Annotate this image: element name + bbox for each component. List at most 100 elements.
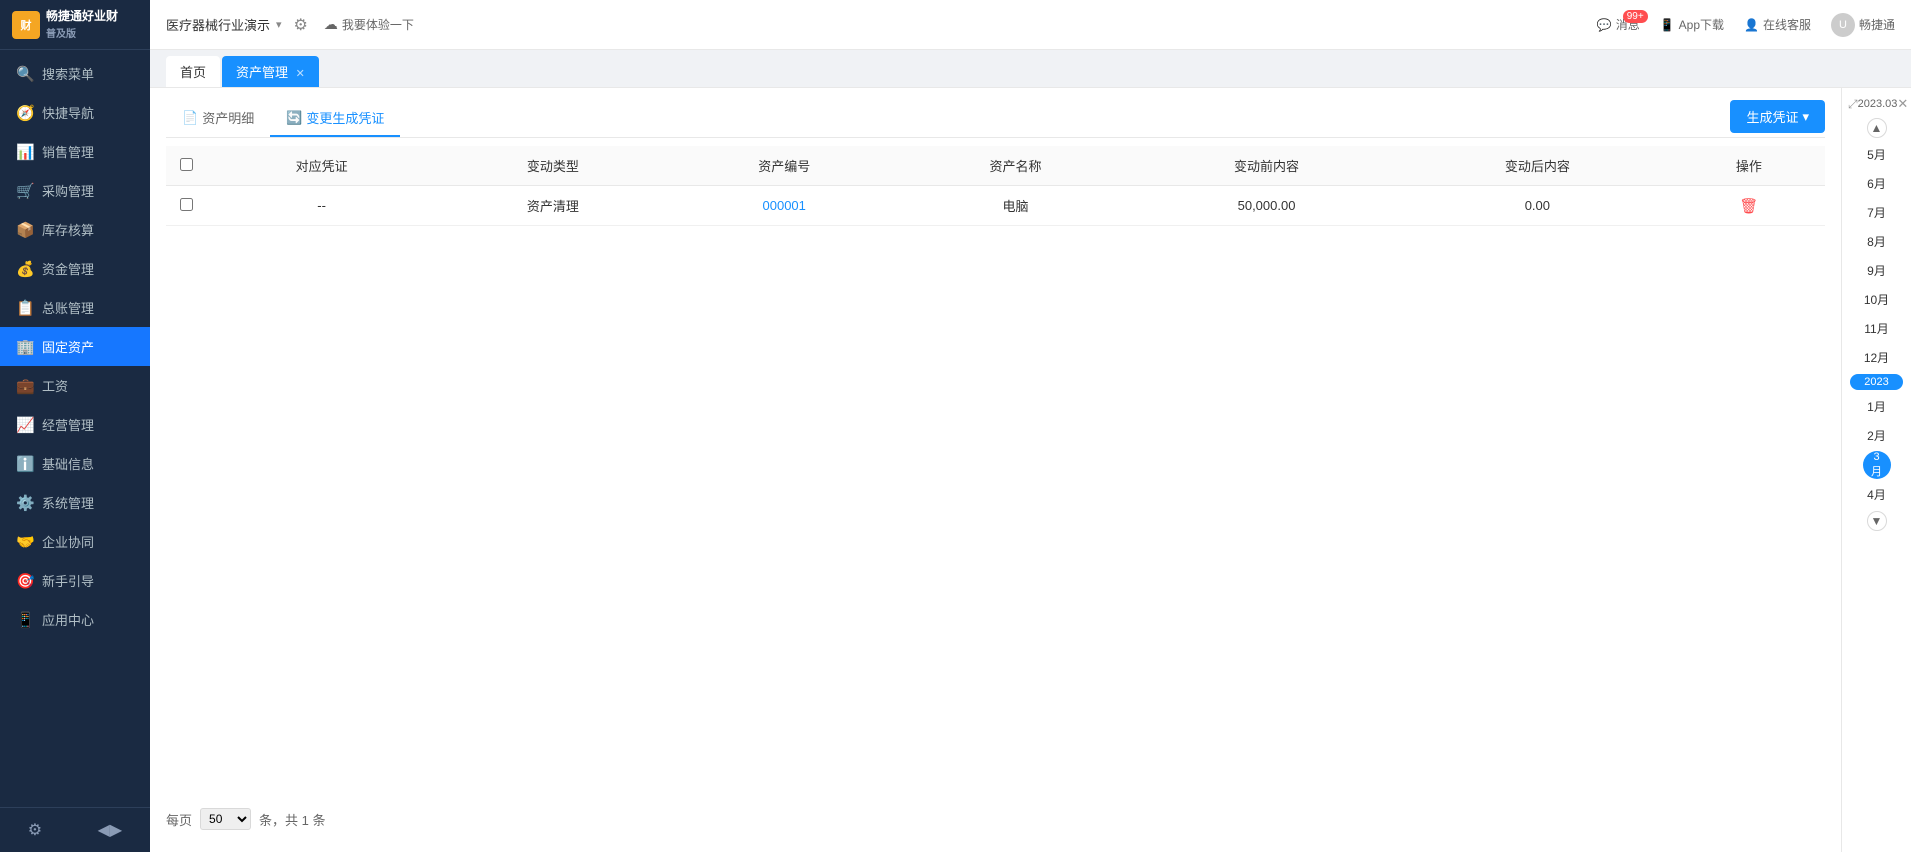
delete-button[interactable]: 🗑	[1739, 198, 1758, 215]
building-icon: 🏢	[16, 338, 34, 356]
sidebar-item-quick-nav[interactable]: 🧭 快捷导航	[0, 93, 150, 132]
sidebar-item-guide[interactable]: 🎯 新手引导	[0, 561, 150, 600]
sidebar-item-label: 总账管理	[42, 298, 94, 317]
close-icon[interactable]: ✕	[296, 68, 305, 80]
experience-label: 我要体验一下	[342, 16, 414, 33]
month-7[interactable]: 7月	[1846, 199, 1907, 226]
chevron-down-icon: ▾	[276, 18, 282, 31]
ledger-icon: 📋	[16, 299, 34, 317]
sidebar-item-sales[interactable]: 📊 销售管理	[0, 132, 150, 171]
month-5[interactable]: 5月	[1846, 141, 1907, 168]
sidebar: 财 畅捷通好业财 普及版 🔍 搜索菜单 🧭 快捷导航 📊 销售管理 🛒 采购管理…	[0, 0, 150, 852]
col-voucher: 对应凭证	[206, 146, 437, 186]
sidebar-item-enterprise[interactable]: 🤝 企业协同	[0, 522, 150, 561]
settings-icon[interactable]: ⚙	[294, 15, 308, 35]
col-checkbox	[166, 146, 206, 186]
user-menu[interactable]: U 畅捷通	[1831, 13, 1895, 37]
cart-icon: 🛒	[16, 182, 34, 200]
month-4[interactable]: 4月	[1846, 481, 1907, 508]
search-icon: 🔍	[16, 65, 34, 83]
sidebar-item-fixed-assets[interactable]: 🏢 固定资产	[0, 327, 150, 366]
logo-subtitle: 普及版	[46, 25, 118, 40]
topbar-right: 💬 消息 99+ 📱 App下载 👤 在线客服 U 畅捷通	[1597, 13, 1895, 37]
sidebar-item-inventory[interactable]: 📦 库存核算	[0, 210, 150, 249]
tab-home[interactable]: 首页	[166, 56, 220, 87]
avatar: U	[1831, 13, 1855, 37]
sidebar-item-label: 固定资产	[42, 337, 94, 356]
gear-icon: ⚙️	[16, 494, 34, 512]
sidebar-item-label: 工资	[42, 376, 68, 395]
tab-asset-detail[interactable]: 📄 资产明细	[166, 100, 270, 137]
scroll-up-button[interactable]: ▲	[1867, 118, 1887, 138]
experience-button[interactable]: ☁ 我要体验一下	[324, 16, 414, 33]
sidebar-item-funds[interactable]: 💰 资金管理	[0, 249, 150, 288]
app-download-label: App下载	[1679, 16, 1724, 33]
tab-change-voucher[interactable]: 🔄 变更生成凭证	[270, 100, 400, 137]
month-6[interactable]: 6月	[1846, 170, 1907, 197]
sidebar-item-label: 采购管理	[42, 181, 94, 200]
briefcase-icon: 💼	[16, 377, 34, 395]
month-9[interactable]: 9月	[1846, 257, 1907, 284]
row-checkbox[interactable]	[180, 198, 193, 211]
sidebar-item-payroll[interactable]: 💼 工资	[0, 366, 150, 405]
sidebar-item-label: 销售管理	[42, 142, 94, 161]
generate-voucher-button[interactable]: 生成凭证 ▾	[1730, 100, 1825, 133]
scroll-down-button[interactable]: ▼	[1867, 511, 1887, 531]
phone-icon: 📱	[16, 611, 34, 629]
sidebar-item-label: 应用中心	[42, 610, 94, 629]
sidebar-item-label: 基础信息	[42, 454, 94, 473]
month-8[interactable]: 8月	[1846, 228, 1907, 255]
month-2[interactable]: 2月	[1846, 422, 1907, 449]
month-10[interactable]: 10月	[1846, 286, 1907, 313]
sidebar-footer: ⚙ ◀▶	[0, 807, 150, 852]
col-change-type: 变动类型	[437, 146, 668, 186]
date-sidebar: ⤢ 2023.03 ✕ ▲ 5月 6月 7月 8月 9月 10月 11月 12月…	[1841, 88, 1911, 852]
refresh-icon: 🔄	[286, 110, 302, 126]
message-icon: 💬	[1597, 18, 1612, 32]
month-3-active[interactable]: 3月	[1863, 451, 1891, 479]
sidebar-item-search[interactable]: 🔍 搜索菜单	[0, 54, 150, 93]
month-11[interactable]: 11月	[1846, 315, 1907, 342]
expand-icon[interactable]: ⤢	[1848, 97, 1858, 112]
collapse-button[interactable]: ◀▶	[90, 816, 131, 844]
row-asset-name: 电脑	[900, 186, 1131, 226]
sidebar-item-app-center[interactable]: 📱 应用中心	[0, 600, 150, 639]
message-button[interactable]: 💬 消息 99+	[1597, 16, 1640, 33]
month-1[interactable]: 1月	[1846, 393, 1907, 420]
sidebar-item-basic-info[interactable]: ℹ️ 基础信息	[0, 444, 150, 483]
sidebar-item-label: 库存核算	[42, 220, 94, 239]
generate-btn-wrapper: 生成凭证 ▾	[1730, 100, 1825, 133]
table-header-row: 对应凭证 变动类型 资产编号 资产名称	[166, 146, 1825, 186]
sidebar-item-label: 快捷导航	[42, 103, 94, 122]
row-asset-code[interactable]: 000001	[669, 186, 900, 226]
customer-service-label: 在线客服	[1763, 16, 1811, 33]
col-action: 操作	[1673, 146, 1825, 186]
company-selector[interactable]: 医疗器械行业演示 ▾	[166, 15, 282, 34]
page-size-select[interactable]: 50 10 20 100	[200, 808, 251, 830]
settings-button[interactable]: ⚙	[20, 816, 50, 844]
select-all-checkbox[interactable]	[180, 158, 193, 171]
generate-voucher-label: 生成凭证	[1746, 107, 1798, 126]
box-icon: 📦	[16, 221, 34, 239]
sidebar-item-label: 新手引导	[42, 571, 94, 590]
sidebar-item-operations[interactable]: 📈 经营管理	[0, 405, 150, 444]
customer-service-button[interactable]: 👤 在线客服	[1744, 16, 1811, 33]
sidebar-item-system[interactable]: ⚙️ 系统管理	[0, 483, 150, 522]
app-download-button[interactable]: 📱 App下载	[1660, 16, 1724, 33]
chart-icon: 📊	[16, 143, 34, 161]
page-total: 条，共 1 条	[259, 810, 325, 829]
close-panel-icon[interactable]: ✕	[1897, 96, 1908, 112]
sidebar-item-purchase[interactable]: 🛒 采购管理	[0, 171, 150, 210]
row-before-change: 50,000.00	[1131, 186, 1402, 226]
logo-icon: 财	[12, 11, 40, 39]
info-icon: ℹ️	[16, 455, 34, 473]
sidebar-item-ledger[interactable]: 📋 总账管理	[0, 288, 150, 327]
sidebar-item-label: 资金管理	[42, 259, 94, 278]
money-icon: 💰	[16, 260, 34, 278]
download-icon: 📱	[1660, 18, 1675, 32]
sidebar-nav: 🔍 搜索菜单 🧭 快捷导航 📊 销售管理 🛒 采购管理 📦 库存核算 💰 资金管…	[0, 50, 150, 807]
tab-assets[interactable]: 资产管理 ✕	[222, 56, 319, 87]
month-12[interactable]: 12月	[1846, 344, 1907, 371]
col-asset-code: 资产编号	[669, 146, 900, 186]
pagination: 每页 50 10 20 100 条，共 1 条	[166, 798, 1825, 840]
